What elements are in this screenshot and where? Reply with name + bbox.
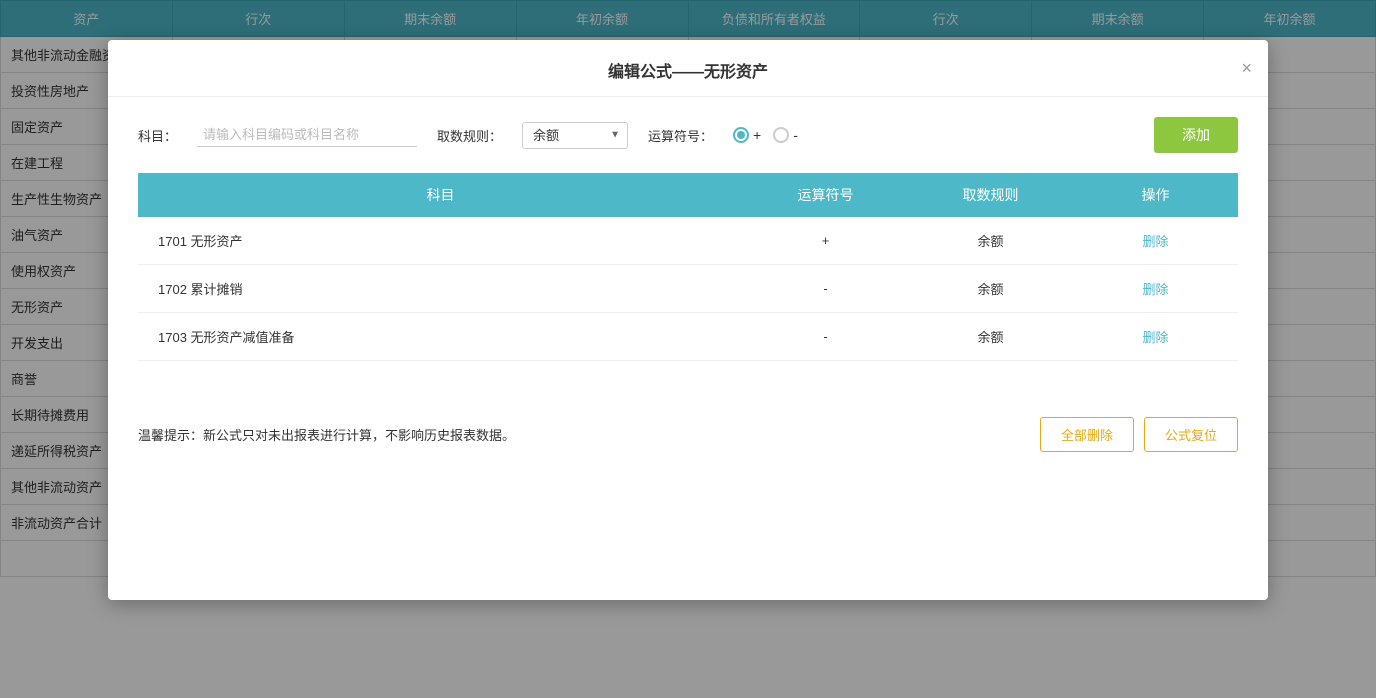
formula-row: 1703 无形资产减值准备-余额 删除 — [138, 313, 1238, 361]
modal-title: 编辑公式——无形资产 — [608, 64, 768, 81]
formula-operator: - — [743, 265, 908, 313]
delete-link[interactable]: 删除 — [1142, 234, 1168, 249]
subject-label: 科目： — [138, 126, 177, 145]
modal-dialog: 编辑公式——无形资产 × 科目： 取数规则： 余额 借方 贷方 借方发生额 贷方… — [108, 40, 1268, 600]
operator-radio-group: + - — [733, 127, 798, 143]
delete-link[interactable]: 删除 — [1142, 282, 1168, 297]
formula-action: 删除 — [1073, 265, 1238, 313]
radio-minus-label: - — [793, 127, 798, 143]
formula-row: 1701 无形资产+余额 删除 — [138, 217, 1238, 265]
formula-rule: 余额 — [908, 217, 1073, 265]
footer-buttons: 全部删除 公式复位 — [1040, 417, 1238, 452]
radio-minus[interactable]: - — [773, 127, 798, 143]
table-header-action: 操作 — [1073, 173, 1238, 217]
formula-rule: 余额 — [908, 265, 1073, 313]
subject-input[interactable] — [197, 123, 417, 147]
delete-all-button[interactable]: 全部删除 — [1040, 417, 1134, 452]
radio-plus[interactable]: + — [733, 127, 761, 143]
radio-plus-label: + — [753, 127, 761, 143]
rule-select-wrap: 余额 借方 贷方 借方发生额 贷方发生额 ▼ — [522, 122, 628, 149]
hint-content: 温馨提示：新公式只对未出报表进行计算，不影响历史报表数据。 — [138, 428, 515, 443]
formula-subject: 1701 无形资产 — [138, 217, 743, 265]
formula-table: 科目 运算符号 取数规则 操作 1701 无形资产+余额删除1702 累计摊销-… — [138, 173, 1238, 361]
hint-text: 温馨提示：新公式只对未出报表进行计算，不影响历史报表数据。 — [138, 425, 515, 444]
operator-label: 运算符号： — [648, 126, 713, 145]
add-button[interactable]: 添加 — [1154, 117, 1238, 153]
modal-close-button[interactable]: × — [1241, 59, 1252, 77]
modal-overlay: 编辑公式——无形资产 × 科目： 取数规则： 余额 借方 贷方 借方发生额 贷方… — [0, 0, 1376, 698]
modal-footer: 温馨提示：新公式只对未出报表进行计算，不影响历史报表数据。 全部删除 公式复位 — [108, 401, 1268, 468]
formula-subject: 1702 累计摊销 — [138, 265, 743, 313]
table-header-operator: 运算符号 — [743, 173, 908, 217]
modal-body: 科目： 取数规则： 余额 借方 贷方 借方发生额 贷方发生额 ▼ 运算符号： — [108, 97, 1268, 381]
formula-rule: 余额 — [908, 313, 1073, 361]
table-header-rule: 取数规则 — [908, 173, 1073, 217]
delete-link[interactable]: 删除 — [1142, 330, 1168, 345]
formula-action: 删除 — [1073, 217, 1238, 265]
rule-label: 取数规则： — [437, 126, 502, 145]
rule-select[interactable]: 余额 借方 贷方 借方发生额 贷方发生额 — [522, 122, 628, 149]
reset-button[interactable]: 公式复位 — [1144, 417, 1238, 452]
formula-action: 删除 — [1073, 313, 1238, 361]
radio-plus-circle — [733, 127, 749, 143]
formula-row: 1702 累计摊销-余额 删除 — [138, 265, 1238, 313]
modal-header: 编辑公式——无形资产 × — [108, 40, 1268, 97]
formula-operator: + — [743, 217, 908, 265]
formula-subject: 1703 无形资产减值准备 — [138, 313, 743, 361]
formula-operator: - — [743, 313, 908, 361]
table-header-subject: 科目 — [138, 173, 743, 217]
form-row: 科目： 取数规则： 余额 借方 贷方 借方发生额 贷方发生额 ▼ 运算符号： — [138, 117, 1238, 153]
radio-minus-circle — [773, 127, 789, 143]
